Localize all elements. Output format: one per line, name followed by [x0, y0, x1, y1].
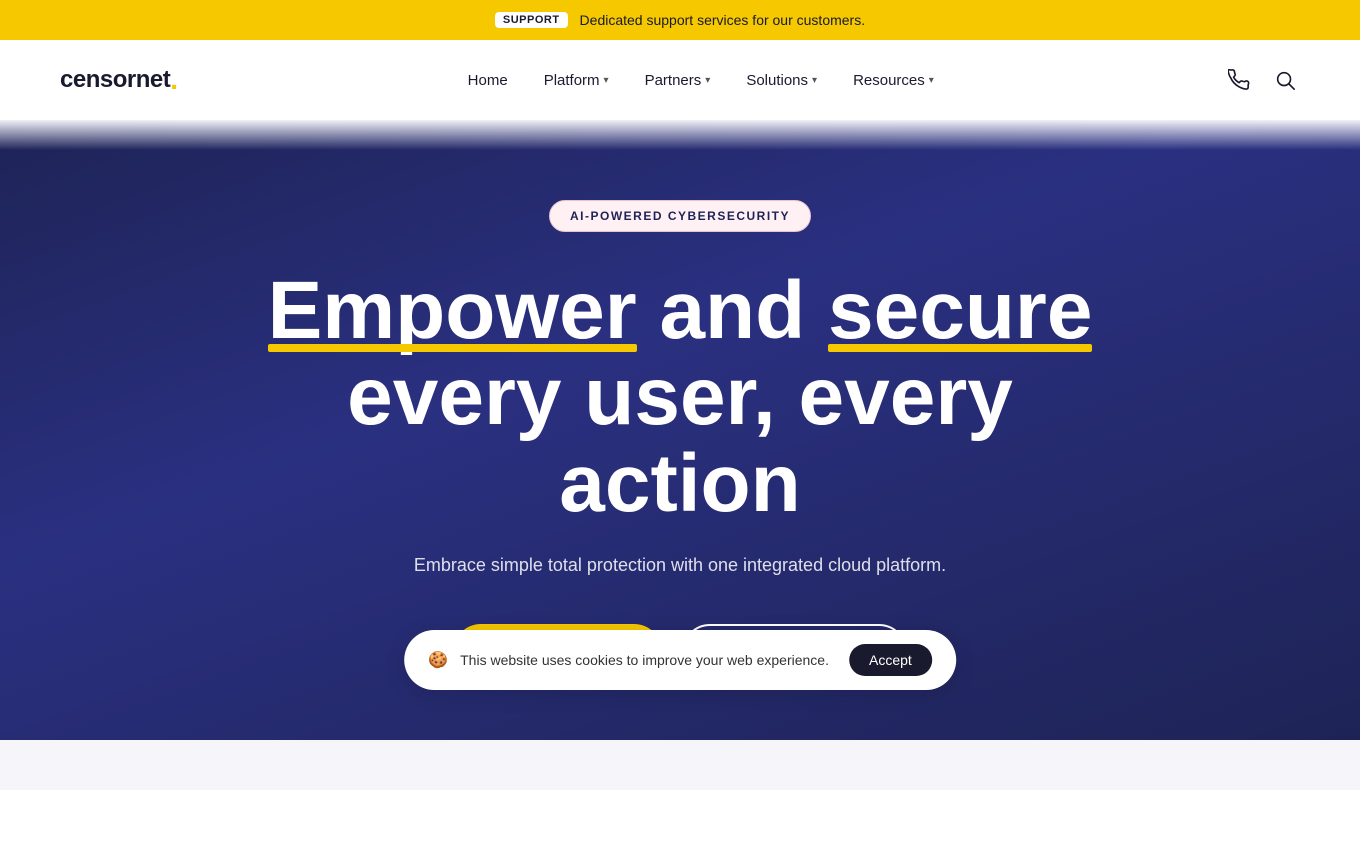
- hero-title: Empower and secure every user, every act…: [230, 268, 1130, 526]
- nav-item-partners[interactable]: Partners ▾: [645, 72, 711, 89]
- search-button[interactable]: [1270, 65, 1300, 95]
- hero-title-empower: Empower: [268, 268, 637, 354]
- nav-icons: [1224, 65, 1300, 95]
- cookie-banner: 🍪 This website uses cookies to improve y…: [404, 630, 956, 690]
- nav-item-platform[interactable]: Platform ▾: [544, 72, 609, 89]
- nav-item-solutions[interactable]: Solutions ▾: [746, 72, 817, 89]
- bottom-strip: [0, 740, 1360, 790]
- nav-link-partners[interactable]: Partners ▾: [645, 72, 711, 89]
- hero-section: AI-POWERED CYBERSECURITY Empower and sec…: [0, 120, 1360, 740]
- hero-badge: AI-POWERED CYBERSECURITY: [549, 200, 811, 232]
- nav-links: Home Platform ▾ Partners ▾ Solutions ▾ R…: [468, 72, 934, 89]
- cookie-emoji: 🍪: [428, 650, 448, 670]
- top-banner: SUPPORT Dedicated support services for o…: [0, 0, 1360, 40]
- nav-link-solutions[interactable]: Solutions ▾: [746, 72, 817, 89]
- chevron-down-icon: ▾: [604, 75, 609, 86]
- logo-text: censornet: [60, 66, 170, 94]
- chevron-down-icon: ▾: [812, 75, 817, 86]
- phone-button[interactable]: [1224, 65, 1254, 95]
- search-icon: [1274, 69, 1296, 91]
- banner-text: Dedicated support services for our custo…: [580, 12, 866, 28]
- nav-link-platform[interactable]: Platform ▾: [544, 72, 609, 89]
- hero-title-secure: secure: [828, 268, 1092, 354]
- phone-icon: [1228, 69, 1250, 91]
- nav-link-home[interactable]: Home: [468, 72, 508, 89]
- cookie-text: This website uses cookies to improve you…: [460, 652, 829, 668]
- navbar: censornet. Home Platform ▾ Partners ▾ So…: [0, 40, 1360, 120]
- hero-subtitle: Embrace simple total protection with one…: [414, 555, 946, 576]
- hero-title-line2: every user, every action: [347, 351, 1013, 528]
- nav-item-home[interactable]: Home: [468, 72, 508, 89]
- logo[interactable]: censornet.: [60, 64, 177, 96]
- nav-item-resources[interactable]: Resources ▾: [853, 72, 934, 89]
- nav-link-resources[interactable]: Resources ▾: [853, 72, 934, 89]
- logo-dot: .: [170, 64, 177, 96]
- chevron-down-icon: ▾: [705, 75, 710, 86]
- cookie-accept-button[interactable]: Accept: [849, 644, 932, 676]
- support-badge[interactable]: SUPPORT: [495, 12, 568, 28]
- chevron-down-icon: ▾: [929, 75, 934, 86]
